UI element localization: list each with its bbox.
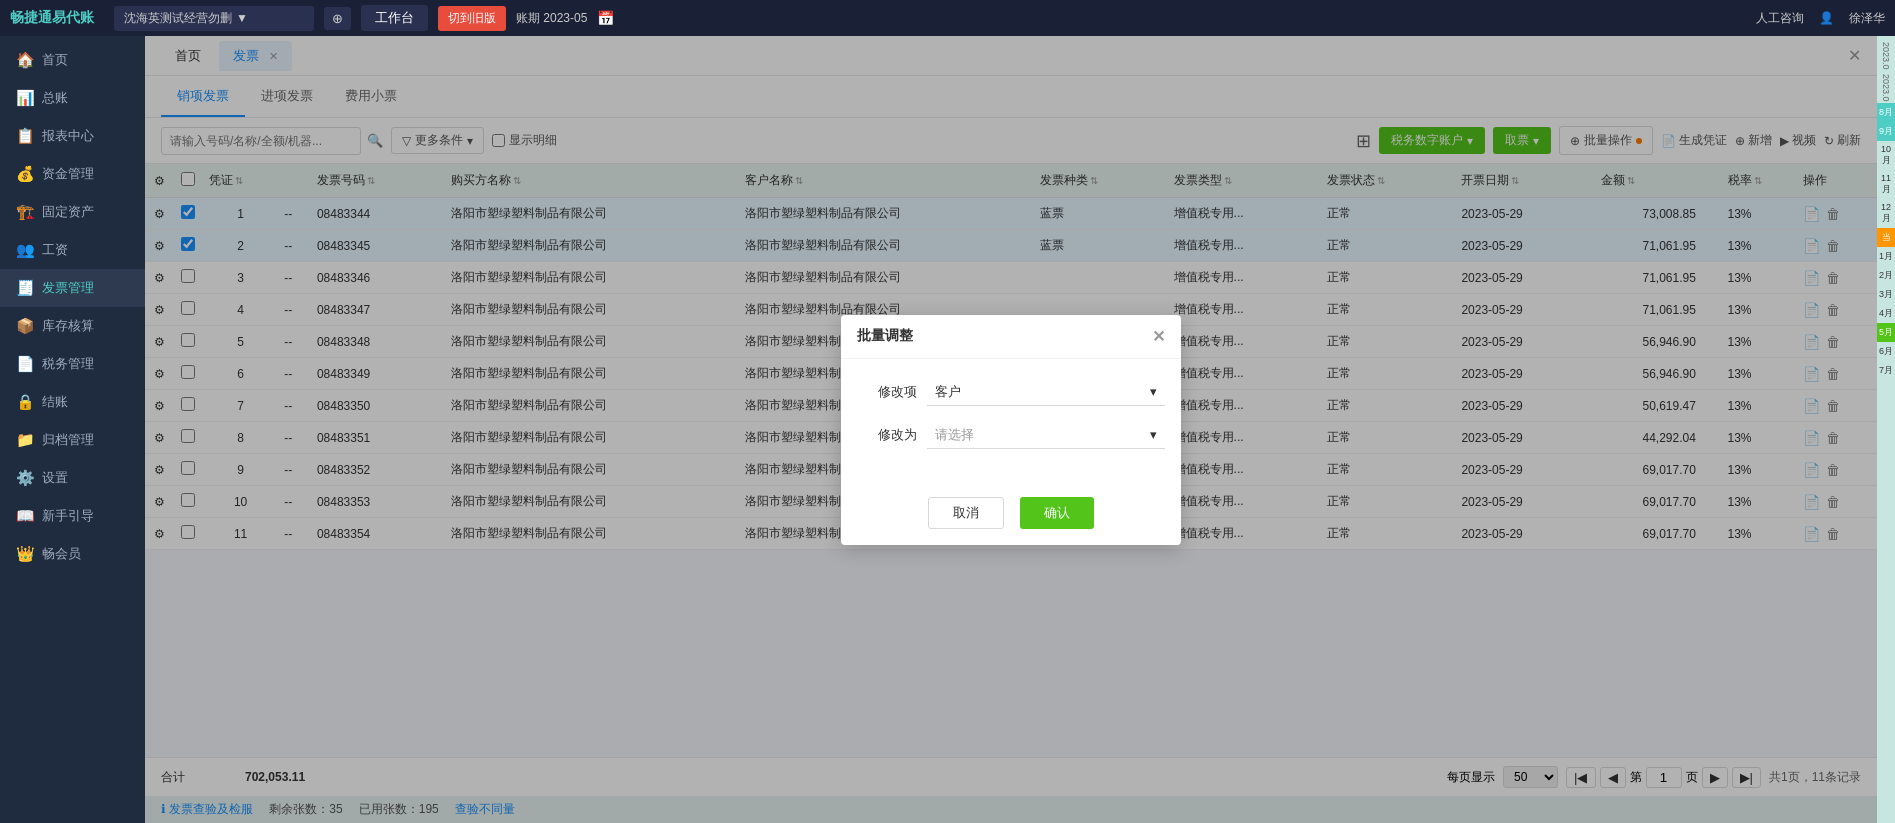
sidebar-item-ledger[interactable]: 📊 总账 [0, 79, 145, 117]
sidebar-item-invoice[interactable]: 🧾 发票管理 [0, 269, 145, 307]
sidebar-item-label: 结账 [42, 393, 68, 411]
modify-to-select[interactable]: 请选择 ▾ [927, 422, 1165, 449]
sidebar-item-label: 畅会员 [42, 545, 81, 563]
modify-field-label: 修改项 [857, 383, 917, 401]
funds-icon: 💰 [16, 165, 34, 183]
sidebar-item-assets[interactable]: 🏗️ 固定资产 [0, 193, 145, 231]
archive-icon: 📁 [16, 431, 34, 449]
confirm-button[interactable]: 确认 [1020, 497, 1094, 529]
modify-field-row: 修改项 客户 ▾ [857, 379, 1165, 406]
calendar-year-month: 2023.0 [1881, 40, 1891, 72]
modify-to-placeholder: 请选择 [935, 426, 974, 444]
sidebar-item-label: 发票管理 [42, 279, 94, 297]
modal-body: 修改项 客户 ▾ 修改为 请选择 ▾ [841, 359, 1181, 485]
sidebar-item-settings[interactable]: ⚙️ 设置 [0, 459, 145, 497]
modal-footer: 取消 确认 [841, 485, 1181, 545]
sidebar-item-label: 首页 [42, 51, 68, 69]
sidebar-item-member[interactable]: 👑 畅会员 [0, 535, 145, 573]
company-name: 沈海英测试经营勿删 [124, 10, 232, 27]
sidebar-item-label: 报表中心 [42, 127, 94, 145]
calendar-10[interactable]: 10月 [1877, 141, 1895, 170]
chevron-down-icon2: ▾ [1150, 427, 1157, 442]
inventory-icon: 📦 [16, 317, 34, 335]
batch-adjust-modal: 批量调整 ✕ 修改项 客户 ▾ 修改为 请选择 [841, 315, 1181, 545]
period-info: 账期 2023-05 [516, 10, 587, 27]
main-layout: 🏠 首页 📊 总账 📋 报表中心 💰 资金管理 🏗️ 固定资产 👥 工资 🧾 发… [0, 36, 1895, 823]
modify-field-select[interactable]: 客户 ▾ [927, 379, 1165, 406]
sidebar-item-label: 资金管理 [42, 165, 94, 183]
sidebar-item-inventory[interactable]: 📦 库存核算 [0, 307, 145, 345]
sidebar-item-label: 库存核算 [42, 317, 94, 335]
calendar-2[interactable]: 2月 [1877, 266, 1895, 285]
calendar-icon[interactable]: 📅 [597, 10, 614, 26]
invoice-icon: 🧾 [16, 279, 34, 297]
sidebar-item-label: 设置 [42, 469, 68, 487]
sidebar-item-reports[interactable]: 📋 报表中心 [0, 117, 145, 155]
sidebar-item-label: 新手引导 [42, 507, 94, 525]
calendar-4[interactable]: 4月 [1877, 304, 1895, 323]
sidebar-item-close[interactable]: 🔒 结账 [0, 383, 145, 421]
modal-close-icon[interactable]: ✕ [1152, 327, 1165, 346]
member-icon: 👑 [16, 545, 34, 563]
top-right-actions: 人工咨询 👤 徐泽华 [1756, 10, 1885, 27]
dropdown-icon: ▼ [236, 11, 248, 25]
calendar-8[interactable]: 8月 [1877, 103, 1895, 122]
cancel-button[interactable]: 取消 [928, 497, 1004, 529]
home-icon: 🏠 [16, 51, 34, 69]
sidebar-item-salary[interactable]: 👥 工资 [0, 231, 145, 269]
top-bar: 畅捷通易代账 沈海英测试经营勿删 ▼ ⊕ 工作台 切到旧版 账期 2023-05… [0, 0, 1895, 36]
calendar-5[interactable]: 5月 [1877, 323, 1895, 342]
sidebar-item-archive[interactable]: 📁 归档管理 [0, 421, 145, 459]
sidebar-item-tax[interactable]: 📄 税务管理 [0, 345, 145, 383]
ai-consult-btn[interactable]: 人工咨询 [1756, 10, 1804, 27]
main-area: 首页 发票 ✕ ✕ 销项发票 进项发票 费用小票 [145, 36, 1877, 823]
modal-overlay: 批量调整 ✕ 修改项 客户 ▾ 修改为 请选择 [145, 36, 1877, 823]
calendar-12[interactable]: 12月 [1877, 199, 1895, 228]
sidebar-item-label: 归档管理 [42, 431, 94, 449]
assets-icon: 🏗️ [16, 203, 34, 221]
workbench-button[interactable]: 工作台 [361, 5, 428, 31]
calendar-current[interactable]: 当 [1877, 228, 1895, 247]
modal-header: 批量调整 ✕ [841, 315, 1181, 359]
calendar-3[interactable]: 3月 [1877, 285, 1895, 304]
modify-field-value: 客户 [935, 383, 961, 401]
salary-icon: 👥 [16, 241, 34, 259]
app-logo: 畅捷通易代账 [10, 9, 94, 27]
sidebar-item-guide[interactable]: 📖 新手引导 [0, 497, 145, 535]
modal-title: 批量调整 [857, 327, 913, 345]
ledger-icon: 📊 [16, 89, 34, 107]
user-name: 徐泽华 [1849, 10, 1885, 27]
sidebar-item-label: 税务管理 [42, 355, 94, 373]
sidebar: 🏠 首页 📊 总账 📋 报表中心 💰 资金管理 🏗️ 固定资产 👥 工资 🧾 发… [0, 36, 145, 823]
period-switch-button[interactable]: 切到旧版 [438, 6, 506, 31]
chevron-down-icon: ▾ [1150, 384, 1157, 399]
close-account-icon: 🔒 [16, 393, 34, 411]
company-icon-btn[interactable]: ⊕ [324, 7, 351, 30]
sidebar-item-home[interactable]: 🏠 首页 [0, 41, 145, 79]
calendar-1[interactable]: 1月 [1877, 247, 1895, 266]
calendar-7[interactable]: 7月 [1877, 361, 1895, 380]
reports-icon: 📋 [16, 127, 34, 145]
sidebar-item-funds[interactable]: 💰 资金管理 [0, 155, 145, 193]
tax-icon: 📄 [16, 355, 34, 373]
user-avatar: 👤 [1819, 11, 1834, 25]
sidebar-item-label: 总账 [42, 89, 68, 107]
modify-to-row: 修改为 请选择 ▾ [857, 422, 1165, 449]
calendar-11[interactable]: 11月 [1877, 170, 1895, 199]
sidebar-item-label: 工资 [42, 241, 68, 259]
calendar-year-month2: 2023.0 [1881, 72, 1891, 104]
company-selector[interactable]: 沈海英测试经营勿删 ▼ [114, 6, 314, 31]
modify-to-label: 修改为 [857, 426, 917, 444]
sidebar-item-label: 固定资产 [42, 203, 94, 221]
settings-icon: ⚙️ [16, 469, 34, 487]
guide-icon: 📖 [16, 507, 34, 525]
calendar-9[interactable]: 9月 [1877, 122, 1895, 141]
calendar-6[interactable]: 6月 [1877, 342, 1895, 361]
calendar-side-panel: 2023.0 2023.0 8月 9月 10月 11月 12月 当 1月 2月 … [1877, 36, 1895, 823]
